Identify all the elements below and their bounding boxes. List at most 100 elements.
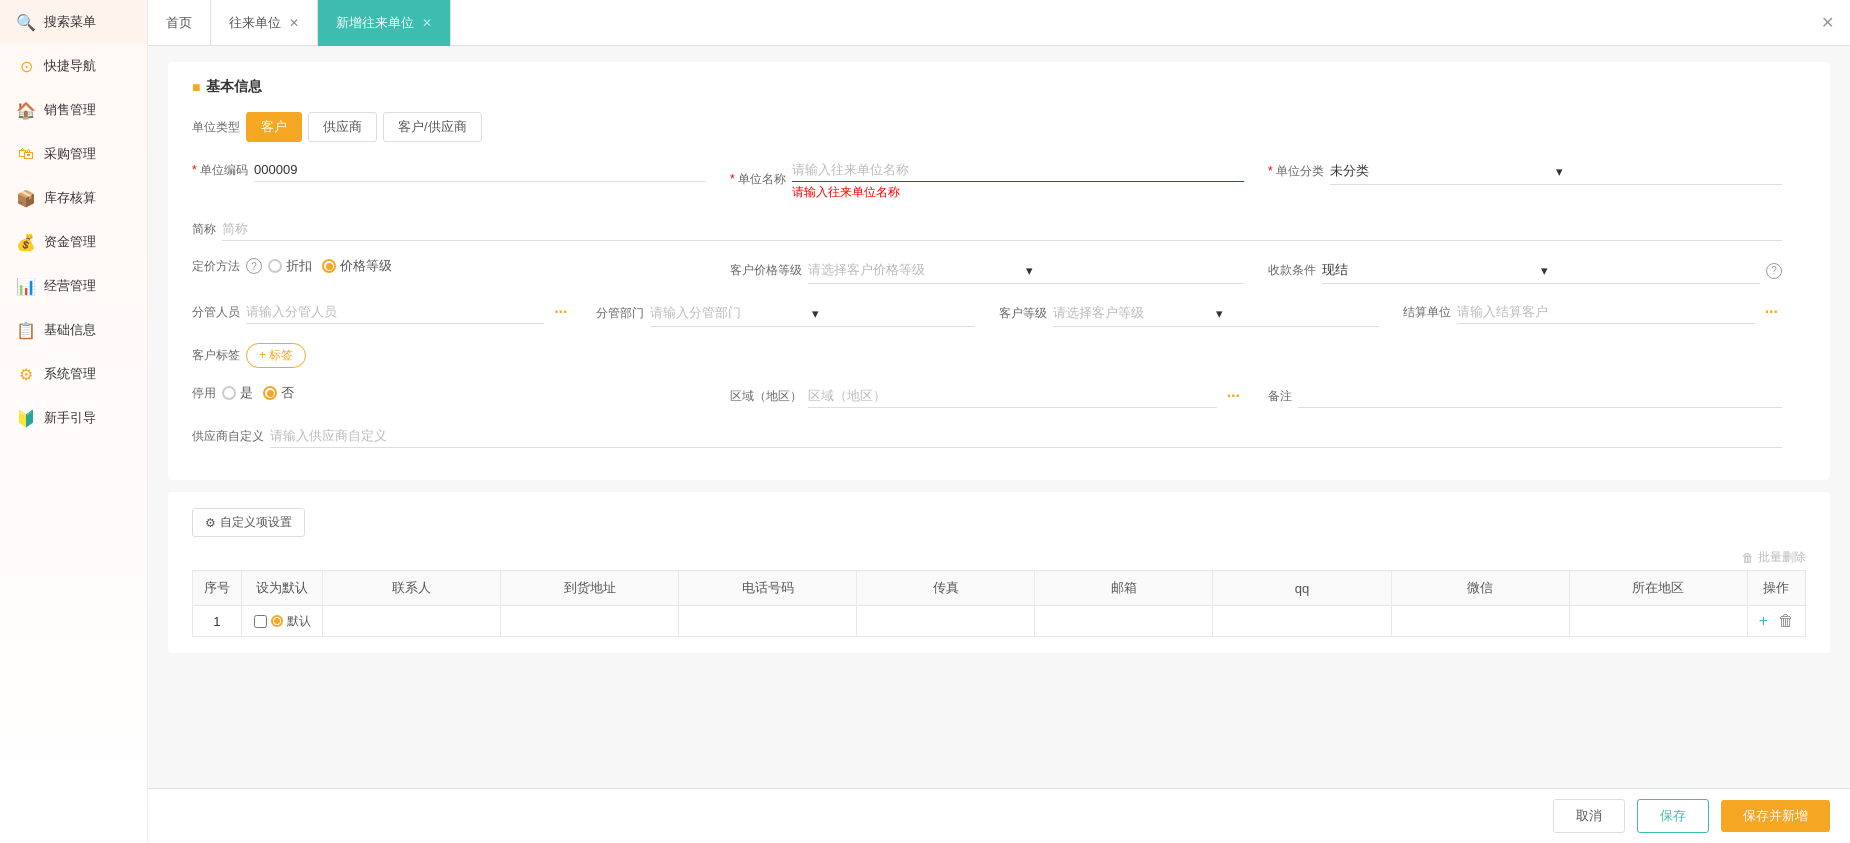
wechat-input[interactable] xyxy=(1402,615,1559,629)
disabled-yes[interactable]: 是 xyxy=(222,384,253,402)
tab-home[interactable]: 首页 xyxy=(148,0,211,46)
fax-input[interactable] xyxy=(867,615,1024,629)
default-radio[interactable] xyxy=(271,615,283,627)
unit-category-select[interactable]: 未分类 ▾ xyxy=(1330,158,1782,185)
sidebar-label-inventory: 库存核算 xyxy=(44,189,96,207)
pricing-method-field: 定价方法 ? 折扣 价格等级 xyxy=(192,257,730,275)
unit-code-field: 单位编码 xyxy=(192,158,730,182)
unit-name-input[interactable] xyxy=(792,158,1244,182)
disabled-no[interactable]: 否 xyxy=(263,384,294,402)
sidebar-item-basic[interactable]: 📋 基础信息 xyxy=(0,308,147,352)
sidebar-item-business[interactable]: 📊 经营管理 xyxy=(0,264,147,308)
manager-label: 分管人员 xyxy=(192,304,240,321)
sidebar-item-inventory[interactable]: 📦 库存核算 xyxy=(0,176,147,220)
contact-table: 序号 设为默认 联系人 到货地址 电话号码 传真 邮箱 qq 微信 所在地区 操… xyxy=(192,570,1806,637)
row-email[interactable] xyxy=(1035,606,1213,637)
table-body: 1 默认 xyxy=(193,606,1806,637)
sidebar-label-basic: 基础信息 xyxy=(44,321,96,339)
settlement-unit-input[interactable] xyxy=(1457,300,1755,324)
settlement-more-btn[interactable]: ··· xyxy=(1761,303,1782,321)
sidebar-item-finance[interactable]: 💰 资金管理 xyxy=(0,220,147,264)
save-button[interactable]: 保存 xyxy=(1637,799,1709,833)
search-icon: 🔍 xyxy=(16,12,36,32)
row-checkbox[interactable] xyxy=(254,615,267,628)
tab-new-unit-close[interactable]: ✕ xyxy=(422,16,432,30)
close-all-tabs[interactable]: ✕ xyxy=(1805,13,1850,32)
col-phone: 电话号码 xyxy=(679,571,857,606)
customer-level-select[interactable]: 请选择客户等级 ▾ xyxy=(1053,300,1379,327)
manager-input[interactable] xyxy=(246,300,544,324)
supplier-custom-field: 供应商自定义 xyxy=(192,424,1806,448)
tab-unit[interactable]: 往来单位 ✕ xyxy=(211,0,318,46)
settings-gear-icon: ⚙ xyxy=(205,516,216,530)
contact-input[interactable] xyxy=(333,615,490,629)
sidebar-label-business: 经营管理 xyxy=(44,277,96,295)
table-row: 1 默认 xyxy=(193,606,1806,637)
col-address: 到货地址 xyxy=(501,571,679,606)
payment-terms-label: 收款条件 xyxy=(1268,262,1316,279)
sidebar-item-newbie[interactable]: 🔰 新手引导 xyxy=(0,396,147,440)
unit-name-wrapper: 请输入往来单位名称 xyxy=(792,158,1244,201)
unit-type-supplier[interactable]: 供应商 xyxy=(308,112,377,142)
phone-input[interactable] xyxy=(689,615,846,629)
batch-delete-btn[interactable]: 🗑 批量删除 xyxy=(192,549,1806,566)
save-new-button[interactable]: 保存并新增 xyxy=(1721,800,1830,832)
tab-unit-close[interactable]: ✕ xyxy=(289,16,299,30)
pricing-method-label: 定价方法 xyxy=(192,258,240,275)
sidebar-item-sales[interactable]: 🏠 销售管理 xyxy=(0,88,147,132)
col-index: 序号 xyxy=(193,571,242,606)
cancel-button[interactable]: 取消 xyxy=(1553,799,1625,833)
short-name-input[interactable] xyxy=(222,217,1782,241)
disabled-yes-circle xyxy=(222,386,236,400)
row-region[interactable] xyxy=(1569,606,1747,637)
sidebar-item-system[interactable]: ⚙ 系统管理 xyxy=(0,352,147,396)
region-field: 区域（地区） ··· xyxy=(730,384,1268,408)
unit-name-error: 请输入往来单位名称 xyxy=(792,184,1244,201)
row-address[interactable] xyxy=(501,606,679,637)
content-area: ■ 基本信息 单位类型 客户 供应商 客户/供应商 单位编码 xyxy=(148,46,1850,788)
manager-more-btn[interactable]: ··· xyxy=(550,303,571,321)
pricing-discount[interactable]: 折扣 xyxy=(268,257,312,275)
supplier-custom-input[interactable] xyxy=(270,424,1782,448)
shortname-row: 简称 xyxy=(192,217,1806,241)
disabled-field: 停用 是 否 xyxy=(192,384,730,402)
sidebar-item-quicknav[interactable]: ⊙ 快捷导航 xyxy=(0,44,147,88)
row-fax[interactable] xyxy=(857,606,1035,637)
row-qq[interactable] xyxy=(1213,606,1391,637)
payment-terms-select[interactable]: 现结 ▾ xyxy=(1322,257,1760,284)
customer-price-level-select[interactable]: 请选择客户价格等级 ▾ xyxy=(808,257,1244,284)
region-row-input[interactable] xyxy=(1580,615,1737,629)
table-header: 序号 设为默认 联系人 到货地址 电话号码 传真 邮箱 qq 微信 所在地区 操… xyxy=(193,571,1806,606)
remark-input[interactable] xyxy=(1298,384,1782,408)
email-input[interactable] xyxy=(1045,615,1202,629)
delete-row-btn[interactable]: 🗑 xyxy=(1778,612,1794,629)
department-select[interactable]: 请输入分管部门 ▾ xyxy=(650,300,976,327)
qq-input[interactable] xyxy=(1223,615,1380,629)
row-wechat[interactable] xyxy=(1391,606,1569,637)
pricing-price-level[interactable]: 价格等级 xyxy=(322,257,392,275)
row-contact[interactable] xyxy=(323,606,501,637)
tab-new-unit[interactable]: 新增往来单位 ✕ xyxy=(318,0,451,46)
payment-help-icon[interactable]: ? xyxy=(1766,263,1782,279)
region-more-btn[interactable]: ··· xyxy=(1223,387,1244,405)
row-phone[interactable] xyxy=(679,606,857,637)
address-input[interactable] xyxy=(511,615,668,629)
add-row-btn[interactable]: + xyxy=(1759,612,1768,629)
region-input[interactable] xyxy=(808,384,1217,408)
default-radio-inner xyxy=(274,618,280,624)
table-card: ⚙ 自定义项设置 🗑 批量删除 序号 设为默认 联系人 到货地址 电话号码 传真 xyxy=(168,492,1830,653)
pricing-help-icon[interactable]: ? xyxy=(246,258,262,274)
customer-tag-field: 客户标签 + 标签 xyxy=(192,343,1806,368)
row-index: 1 xyxy=(193,606,242,637)
unit-type-both[interactable]: 客户/供应商 xyxy=(383,112,482,142)
cust-level-arrow-icon: ▾ xyxy=(1216,306,1379,321)
unit-type-customer[interactable]: 客户 xyxy=(246,112,302,142)
custom-settings-btn[interactable]: ⚙ 自定义项设置 xyxy=(192,508,305,537)
add-tag-btn[interactable]: + 标签 xyxy=(246,343,306,368)
col-qq: qq xyxy=(1213,571,1391,606)
sidebar-item-purchase[interactable]: 🛍 采购管理 xyxy=(0,132,147,176)
section-title: ■ 基本信息 xyxy=(192,78,1806,96)
sidebar-item-search[interactable]: 🔍 搜索菜单 xyxy=(0,0,147,44)
unit-code-input[interactable] xyxy=(254,158,706,182)
unit-code-label: 单位编码 xyxy=(192,162,248,179)
